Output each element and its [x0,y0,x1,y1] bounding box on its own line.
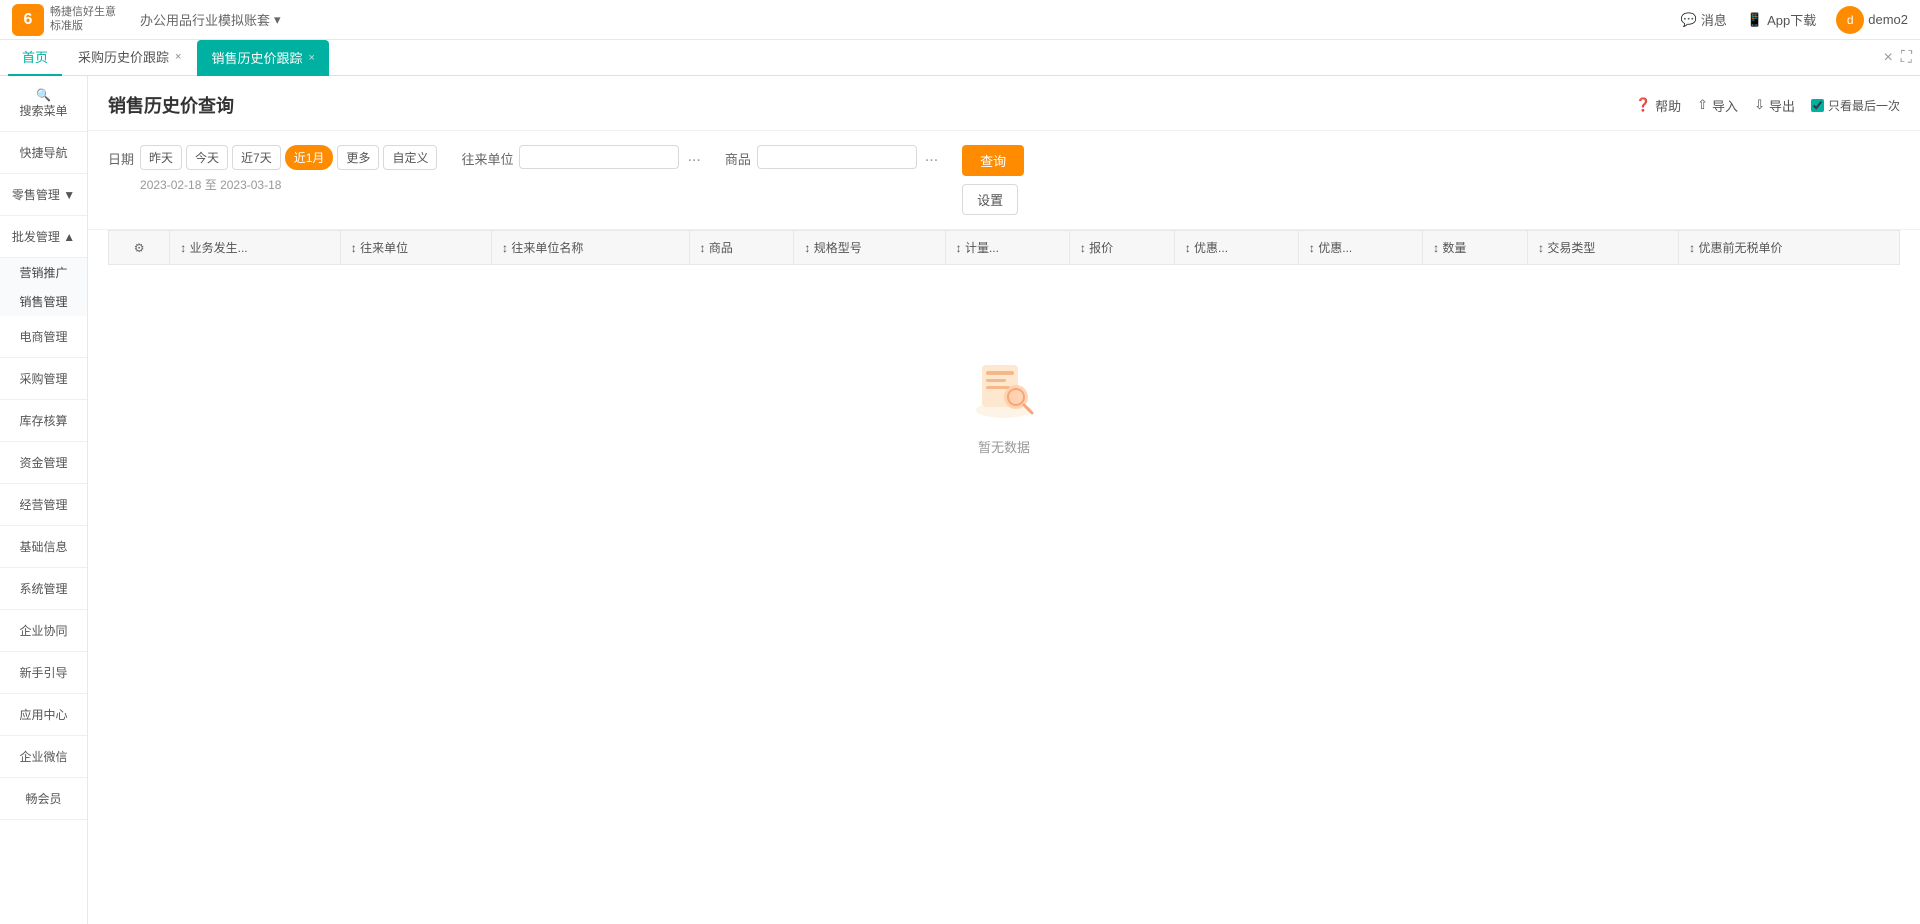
help-icon: ❓ [1635,97,1651,113]
col-unit-name[interactable]: ↕ 往来单位名称 [492,231,690,265]
tabbar: 首页 采购历史价跟踪 × 销售历史价跟踪 × × ⛶ [0,40,1920,76]
col-discount2[interactable]: ↕ 优惠... [1298,231,1422,265]
date-filter-row: 昨天 今天 近7天 近1月 更多 自定义 [140,145,437,170]
topbar-left: 6 畅捷信好生意 标准版 办公用品行业模拟账套 ▾ [12,4,281,36]
date-yesterday[interactable]: 昨天 [140,145,182,170]
sidebar-item-purchase[interactable]: 采购管理 [0,358,87,400]
tab-home[interactable]: 首页 [8,40,62,76]
goods-filter-group: 商品 ... [725,145,938,169]
download-icon: 📱 [1747,12,1763,28]
col-quantity[interactable]: ↕ 数量 [1423,231,1528,265]
empty-icon [964,345,1044,425]
expand-btn[interactable]: ⛶ [1901,49,1912,67]
table-header-row: ⚙ ↕ 业务发生... ↕ 往来单位 ↕ 往来单位名称 [109,231,1900,265]
tab-purchase-history[interactable]: 采购历史价跟踪 × [64,40,195,76]
sidebar-item-basic[interactable]: 基础信息 [0,526,87,568]
only-last-checkbox-label[interactable]: 只看最后一次 [1811,97,1900,114]
sidebar-item-enterprise[interactable]: 企业协同 [0,610,87,652]
tab-sales-history[interactable]: 销售历史价跟踪 × [197,40,328,76]
page-title: 销售历史价查询 [108,92,234,118]
source-filter-group: 往来单位 ... [461,145,700,169]
sidebar-item-operation[interactable]: 经营管理 [0,484,87,526]
col-trade-type[interactable]: ↕ 交易类型 [1527,231,1678,265]
date-more[interactable]: 更多 [337,145,379,170]
query-button[interactable]: 查询 [962,145,1024,176]
help-btn[interactable]: ❓ 帮助 [1635,96,1681,115]
app-download-btn[interactable]: 📱 App下载 [1747,10,1816,29]
goods-input-group: ... [757,145,938,169]
sidebar-item-quick-nav[interactable]: 快捷导航 [0,132,87,174]
only-last-checkbox[interactable] [1811,99,1824,112]
empty-text: 暂无数据 [978,437,1030,456]
date-filter-group: 日期 昨天 今天 近7天 近1月 更多 自定义 2023-02-18 至 202… [108,145,437,193]
sidebar-item-search[interactable]: 🔍 搜索菜单 [0,76,87,132]
user-menu[interactable]: d demo2 [1836,6,1908,34]
col-biz-date[interactable]: ↕ 业务发生... [170,231,341,265]
goods-picker-btn[interactable]: ... [925,148,938,166]
chevron-down-icon: ▾ [274,12,281,28]
export-btn[interactable]: ⇩ 导出 [1754,96,1795,115]
sidebar: 🔍 搜索菜单 快捷导航 零售管理 ▼ 批发管理 ▲ 营销推广 销售管理 电商管理… [0,76,88,924]
data-table: ⚙ ↕ 业务发生... ↕ 往来单位 ↕ 往来单位名称 [108,230,1900,265]
date-filter-options: 昨天 今天 近7天 近1月 更多 自定义 2023-02-18 至 2023-0… [140,145,437,193]
source-picker-btn[interactable]: ... [687,148,700,166]
col-unit[interactable]: ↕ 计量... [945,231,1069,265]
col-quote[interactable]: ↕ 报价 [1069,231,1174,265]
col-spec[interactable]: ↕ 规格型号 [794,231,945,265]
topbar-right: 💬 消息 📱 App下载 d demo2 [1681,6,1908,34]
filter-actions: 查询 设置 [962,145,1024,215]
import-icon: ⇧ [1697,97,1708,113]
col-unit-code[interactable]: ↕ 往来单位 [340,231,491,265]
message-btn[interactable]: 💬 消息 [1681,10,1727,29]
table-container: ⚙ ↕ 业务发生... ↕ 往来单位 ↕ 往来单位名称 [88,230,1920,536]
col-settings[interactable]: ⚙ [109,231,170,265]
empty-state: 暂无数据 [108,265,1900,536]
date-7days[interactable]: 近7天 [232,145,281,170]
filter-bar: 日期 昨天 今天 近7天 近1月 更多 自定义 2023-02-18 至 202… [88,131,1920,230]
sidebar-item-app-center[interactable]: 应用中心 [0,694,87,736]
page-header: 销售历史价查询 ❓ 帮助 ⇧ 导入 ⇩ 导出 [88,76,1920,131]
page-header-actions: ❓ 帮助 ⇧ 导入 ⇩ 导出 只看最后一次 [1635,96,1900,115]
sidebar-item-inventory[interactable]: 库存核算 [0,400,87,442]
date-range-display: 2023-02-18 至 2023-03-18 [140,176,437,193]
message-icon: 💬 [1681,12,1697,28]
app-selector[interactable]: 办公用品行业模拟账套 ▾ [140,10,281,29]
avatar: d [1836,6,1864,34]
content: 销售历史价查询 ❓ 帮助 ⇧ 导入 ⇩ 导出 [88,76,1920,924]
sidebar-item-system[interactable]: 系统管理 [0,568,87,610]
date-1month[interactable]: 近1月 [285,145,334,170]
goods-input[interactable] [757,145,917,169]
sidebar-item-retail[interactable]: 零售管理 ▼ [0,174,87,216]
sidebar-item-marketing[interactable]: 营销推广 [0,258,87,287]
tabbar-actions: × ⛶ [1883,49,1912,67]
sidebar-item-guide[interactable]: 新手引导 [0,652,87,694]
source-input-group: ... [519,145,700,169]
settings-button[interactable]: 设置 [962,184,1018,215]
page: 销售历史价查询 ❓ 帮助 ⇧ 导入 ⇩ 导出 [88,76,1920,924]
sidebar-item-wechat[interactable]: 企业微信 [0,736,87,778]
sidebar-item-wholesale[interactable]: 批发管理 ▲ [0,216,87,258]
sidebar-item-member[interactable]: 畅会员 [0,778,87,820]
sidebar-item-sales-mgmt[interactable]: 销售管理 [0,287,87,316]
topbar: 6 畅捷信好生意 标准版 办公用品行业模拟账套 ▾ 💬 消息 📱 App下载 d… [0,0,1920,40]
date-custom[interactable]: 自定义 [383,145,437,170]
source-input[interactable] [519,145,679,169]
close-all-tabs-btn[interactable]: × [1883,49,1892,67]
table-settings-icon[interactable]: ⚙ [119,241,159,255]
import-btn[interactable]: ⇧ 导入 [1697,96,1738,115]
export-icon: ⇩ [1754,97,1765,113]
logo-text: 畅捷信好生意 标准版 [50,6,116,32]
main-layout: 🔍 搜索菜单 快捷导航 零售管理 ▼ 批发管理 ▲ 营销推广 销售管理 电商管理… [0,76,1920,924]
sidebar-item-ecommerce[interactable]: 电商管理 [0,316,87,358]
col-discount1[interactable]: ↕ 优惠... [1174,231,1298,265]
close-tab-sales[interactable]: × [308,52,314,64]
col-pretax-price[interactable]: ↕ 优惠前无税单价 [1679,231,1900,265]
logo-icon: 6 [12,4,44,36]
sidebar-item-finance[interactable]: 资金管理 [0,442,87,484]
close-tab-purchase[interactable]: × [175,51,181,63]
date-today[interactable]: 今天 [186,145,228,170]
col-goods[interactable]: ↕ 商品 [689,231,794,265]
logo-area: 6 畅捷信好生意 标准版 [12,4,116,36]
